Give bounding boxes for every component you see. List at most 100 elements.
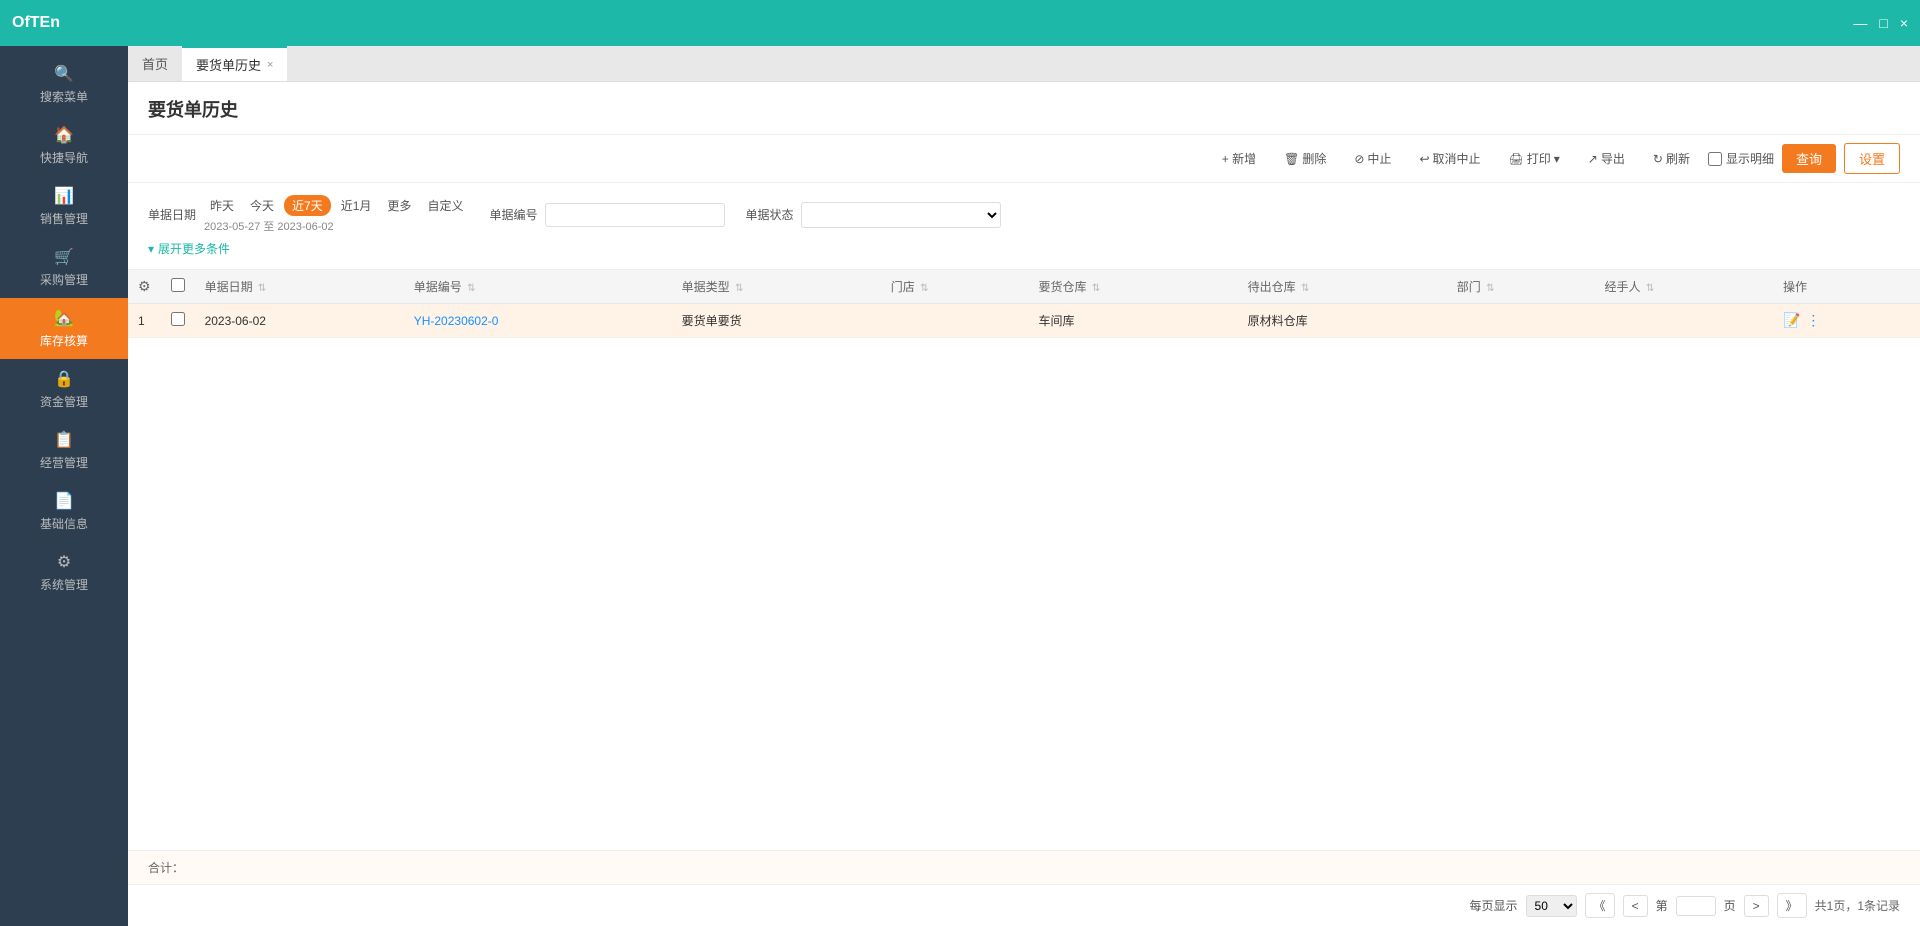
cell-action: 📝 ⋮	[1773, 304, 1920, 338]
settings-button[interactable]: 设置	[1844, 143, 1900, 174]
th-req-warehouse[interactable]: 要货仓库 ⇅	[1029, 270, 1238, 304]
date-btn-custom[interactable]: 自定义	[421, 195, 469, 216]
expand-more-btn[interactable]: ▾ 展开更多条件	[148, 240, 1900, 257]
cell-order-no: YH-20230602-0	[404, 304, 672, 338]
date-btn-today[interactable]: 今天	[244, 195, 280, 216]
display-cell-group: 显示明细	[1708, 150, 1774, 167]
toolbar: + 新增 🗑 删除 ⊘ 中止 ↩ 取消中止 🖨 打印 ▾	[128, 135, 1920, 183]
chart-icon: 📊	[54, 186, 74, 206]
select-all-checkbox[interactable]	[171, 278, 185, 292]
app-title: OfTEn	[12, 14, 60, 32]
cell-date: 2023-06-02	[195, 304, 404, 338]
cancel-stop-label: 取消中止	[1433, 150, 1481, 167]
filter-area: 单据日期 昨天 今天 近7天 近1月 更多 自定义 2023-05-27 至 2…	[128, 183, 1920, 270]
sidebar-item-purchase[interactable]: 🛒 采购管理	[0, 237, 128, 298]
sidebar-item-sales[interactable]: 📊 销售管理	[0, 176, 128, 237]
prev-page-btn[interactable]: <	[1623, 895, 1648, 917]
status-label: 单据状态	[745, 206, 793, 223]
th-action-label: 操作	[1783, 280, 1807, 294]
th-handler-label: 经手人	[1605, 280, 1641, 294]
tab-home[interactable]: 首页	[128, 46, 182, 81]
max-button[interactable]: □	[1879, 15, 1887, 31]
status-filter-group: 单据状态	[745, 202, 1001, 228]
page-input-prefix: 第	[1656, 897, 1668, 914]
page-size-label: 每页显示	[1470, 897, 1518, 914]
date-btn-7days[interactable]: 近7天	[284, 195, 331, 216]
order-no-label: 单据编号	[489, 206, 537, 223]
expand-label: 展开更多条件	[158, 240, 230, 257]
sort-req-warehouse-icon: ⇅	[1092, 283, 1100, 294]
sidebar-item-operation[interactable]: 📋 经营管理	[0, 420, 128, 481]
table-header-row: ⚙ 单据日期 ⇅ 单据编号 ⇅	[128, 270, 1920, 304]
row-checkbox[interactable]	[171, 312, 185, 326]
add-button[interactable]: + 新增	[1212, 145, 1266, 172]
expand-icon: ▾	[148, 242, 154, 256]
close-button[interactable]: ×	[1900, 15, 1908, 31]
display-cell-checkbox[interactable]	[1708, 152, 1722, 166]
sidebar-item-search[interactable]: 🔍 搜索菜单	[0, 54, 128, 115]
first-page-btn[interactable]: 《	[1585, 893, 1615, 918]
th-order-no[interactable]: 单据编号 ⇅	[404, 270, 672, 304]
refresh-button[interactable]: ↻ 刷新	[1643, 145, 1700, 172]
date-filter-group: 单据日期 昨天 今天 近7天 近1月 更多 自定义 2023-05-27 至 2…	[148, 195, 469, 234]
query-button[interactable]: 查询	[1782, 144, 1836, 173]
last-page-btn[interactable]: 》	[1777, 893, 1807, 918]
print-button[interactable]: 🖨 打印 ▾	[1499, 145, 1570, 172]
delete-button[interactable]: 🗑 删除	[1274, 145, 1336, 172]
th-date[interactable]: 单据日期 ⇅	[195, 270, 404, 304]
action-icons: 📝 ⋮	[1783, 312, 1910, 329]
delete-label: 删除	[1302, 150, 1326, 167]
gear-icon: ⚙	[57, 552, 71, 572]
page-input-suffix: 页	[1724, 897, 1736, 914]
cell-pending-warehouse: 原材料仓库	[1238, 304, 1447, 338]
date-btn-more[interactable]: 更多	[381, 195, 417, 216]
display-cell-label: 显示明细	[1726, 150, 1774, 167]
next-page-btn[interactable]: >	[1744, 895, 1769, 917]
table-settings-btn[interactable]: ⚙	[138, 278, 151, 295]
th-settings: ⚙	[128, 270, 161, 304]
status-select[interactable]	[801, 202, 1001, 228]
date-btn-1month[interactable]: 近1月	[335, 195, 378, 216]
table-row: 1 2023-06-02 YH-20230602-0 要货单要货 车间库	[128, 304, 1920, 338]
th-order-no-label: 单据编号	[414, 280, 462, 294]
sort-pending-warehouse-icon: ⇅	[1301, 283, 1309, 294]
th-req-warehouse-label: 要货仓库	[1039, 280, 1087, 294]
home-icon: 🏠	[54, 125, 74, 145]
th-handler[interactable]: 经手人 ⇅	[1595, 270, 1773, 304]
data-table: ⚙ 单据日期 ⇅ 单据编号 ⇅	[128, 270, 1920, 338]
edit-action-icon[interactable]: 📝	[1783, 312, 1800, 329]
date-btn-yesterday[interactable]: 昨天	[204, 195, 240, 216]
th-dept[interactable]: 部门 ⇅	[1447, 270, 1595, 304]
min-button[interactable]: —	[1853, 15, 1867, 31]
search-icon: 🔍	[54, 64, 74, 84]
sidebar-item-finance[interactable]: 🔒 资金管理	[0, 359, 128, 420]
inventory-icon: 🏡	[54, 308, 74, 328]
more-action-icon[interactable]: ⋮	[1806, 312, 1820, 329]
tab-active[interactable]: 要货单历史 ×	[182, 46, 287, 81]
sidebar-item-quick-nav[interactable]: 🏠 快捷导航	[0, 115, 128, 176]
cart-icon: 🛒	[54, 247, 74, 267]
sort-handler-icon: ⇅	[1646, 283, 1654, 294]
cell-handler	[1595, 304, 1773, 338]
sidebar-item-system[interactable]: ⚙ 系统管理	[0, 542, 128, 603]
tab-close-icon[interactable]: ×	[267, 59, 273, 71]
refresh-icon: ↻	[1653, 152, 1663, 166]
sidebar-item-label-finance: 资金管理	[40, 393, 88, 410]
stop-button[interactable]: ⊘ 中止	[1344, 145, 1401, 172]
order-no-input[interactable]	[545, 203, 725, 227]
th-pending-warehouse-label: 待出仓库	[1248, 280, 1296, 294]
th-type[interactable]: 单据类型 ⇅	[672, 270, 881, 304]
th-store[interactable]: 门店 ⇅	[881, 270, 1029, 304]
sidebar-item-inventory[interactable]: 🏡 库存核算	[0, 298, 128, 359]
title-bar-right: — □ ×	[1853, 15, 1908, 31]
order-no-link[interactable]: YH-20230602-0	[414, 314, 499, 328]
export-button[interactable]: ↗ 导出	[1578, 145, 1635, 172]
sidebar-item-basic[interactable]: 📄 基础信息	[0, 481, 128, 542]
page-input[interactable]: 1	[1676, 896, 1716, 916]
page-size-select[interactable]: 50 20 100	[1526, 895, 1577, 917]
date-range-display: 2023-05-27 至 2023-06-02	[204, 218, 469, 234]
th-pending-warehouse[interactable]: 待出仓库 ⇅	[1238, 270, 1447, 304]
lock-icon: 🔒	[54, 369, 74, 389]
export-icon: ↗	[1588, 152, 1598, 166]
cancel-stop-button[interactable]: ↩ 取消中止	[1409, 145, 1490, 172]
